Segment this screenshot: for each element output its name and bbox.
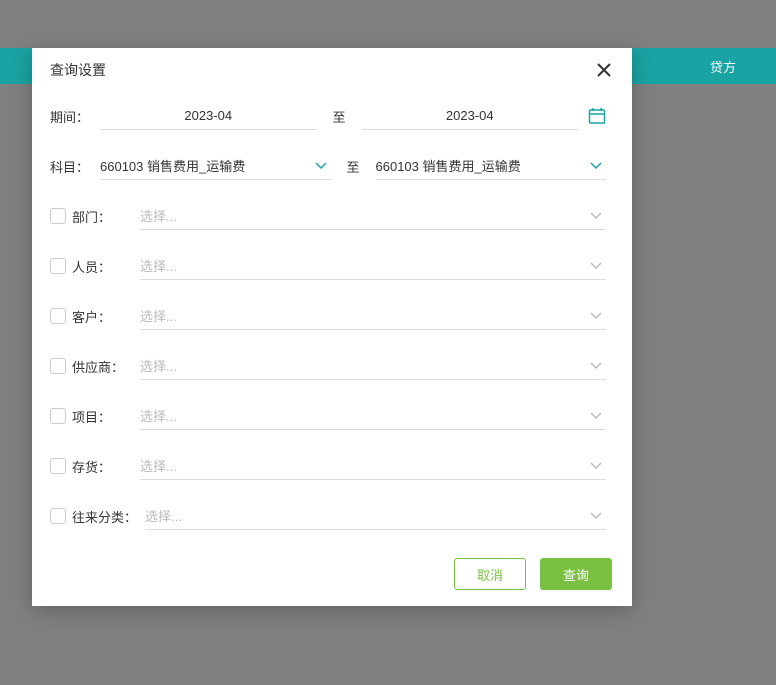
filter-checkbox[interactable] <box>50 508 66 524</box>
chevron-down-icon <box>586 409 606 423</box>
filter-row: 往来分类： 选择... <box>50 502 606 530</box>
filter-checkbox[interactable] <box>50 358 66 374</box>
subject-row: 科目： 660103 销售费用_运输费 至 660103 销售费用_运输费 <box>50 152 606 180</box>
period-from-input[interactable] <box>100 102 317 130</box>
calendar-icon <box>588 107 606 125</box>
close-icon <box>597 63 611 77</box>
chevron-down-icon <box>586 209 606 223</box>
close-button[interactable] <box>594 60 614 80</box>
subject-to-value: 660103 销售费用_运输费 <box>376 156 521 175</box>
subject-to-select[interactable]: 660103 销售费用_运输费 <box>376 152 607 180</box>
subject-from-select[interactable]: 660103 销售费用_运输费 <box>100 152 331 180</box>
filter-label: 客户： <box>72 307 132 326</box>
period-row: 期间： 至 <box>50 102 606 130</box>
query-settings-modal: 查询设置 期间： 至 科目： 660103 销售费用_运输费 至 <box>32 48 632 606</box>
subject-label: 科目： <box>50 157 100 176</box>
chevron-down-icon <box>586 359 606 373</box>
filter-select[interactable]: 选择... <box>140 252 606 280</box>
filter-row: 客户： 选择... <box>50 302 606 330</box>
filter-label: 部门： <box>72 207 132 226</box>
modal-title: 查询设置 <box>50 60 106 80</box>
chevron-down-icon <box>586 159 606 173</box>
modal-body[interactable]: 期间： 至 科目： 660103 销售费用_运输费 至 660103 销售费用_… <box>32 92 632 542</box>
filter-label: 往来分类： <box>72 507 137 526</box>
filter-select[interactable]: 选择... <box>140 402 606 430</box>
calendar-button[interactable] <box>588 107 606 125</box>
filter-placeholder: 选择... <box>140 206 177 225</box>
filter-row: 人员： 选择... <box>50 252 606 280</box>
query-button[interactable]: 查询 <box>540 558 612 590</box>
period-to-input[interactable] <box>362 102 579 130</box>
filter-placeholder: 选择... <box>140 306 177 325</box>
filter-row: 供应商： 选择... <box>50 352 606 380</box>
filter-row: 部门： 选择... <box>50 202 606 230</box>
filter-row: 项目： 选择... <box>50 402 606 430</box>
subject-from-value: 660103 销售费用_运输费 <box>100 156 245 175</box>
filter-checkbox[interactable] <box>50 258 66 274</box>
filter-placeholder: 选择... <box>140 456 177 475</box>
filter-select[interactable]: 选择... <box>140 302 606 330</box>
filter-placeholder: 选择... <box>145 506 182 525</box>
filter-checkbox[interactable] <box>50 458 66 474</box>
chevron-down-icon <box>586 309 606 323</box>
filter-label: 存货： <box>72 457 132 476</box>
filter-row: 存货： 选择... <box>50 452 606 480</box>
chevron-down-icon <box>586 459 606 473</box>
filter-label: 供应商： <box>72 357 132 376</box>
subject-separator: 至 <box>331 157 376 176</box>
filter-select[interactable]: 选择... <box>145 502 606 530</box>
filter-checkbox[interactable] <box>50 308 66 324</box>
topbar-credit-label: 贷方 <box>710 57 736 76</box>
filter-select[interactable]: 选择... <box>140 452 606 480</box>
chevron-down-icon <box>586 509 606 523</box>
modal-footer: 取消 查询 <box>32 542 632 606</box>
filter-placeholder: 选择... <box>140 356 177 375</box>
modal-header: 查询设置 <box>32 48 632 92</box>
filter-select[interactable]: 选择... <box>140 202 606 230</box>
period-separator: 至 <box>317 107 362 126</box>
period-label: 期间： <box>50 107 100 126</box>
filter-checkbox[interactable] <box>50 408 66 424</box>
chevron-down-icon <box>586 259 606 273</box>
filter-label: 人员： <box>72 257 132 276</box>
filter-placeholder: 选择... <box>140 256 177 275</box>
filter-placeholder: 选择... <box>140 406 177 425</box>
filter-select[interactable]: 选择... <box>140 352 606 380</box>
filter-label: 项目： <box>72 407 132 426</box>
chevron-down-icon <box>311 159 331 173</box>
cancel-button[interactable]: 取消 <box>454 558 526 590</box>
filter-checkbox[interactable] <box>50 208 66 224</box>
